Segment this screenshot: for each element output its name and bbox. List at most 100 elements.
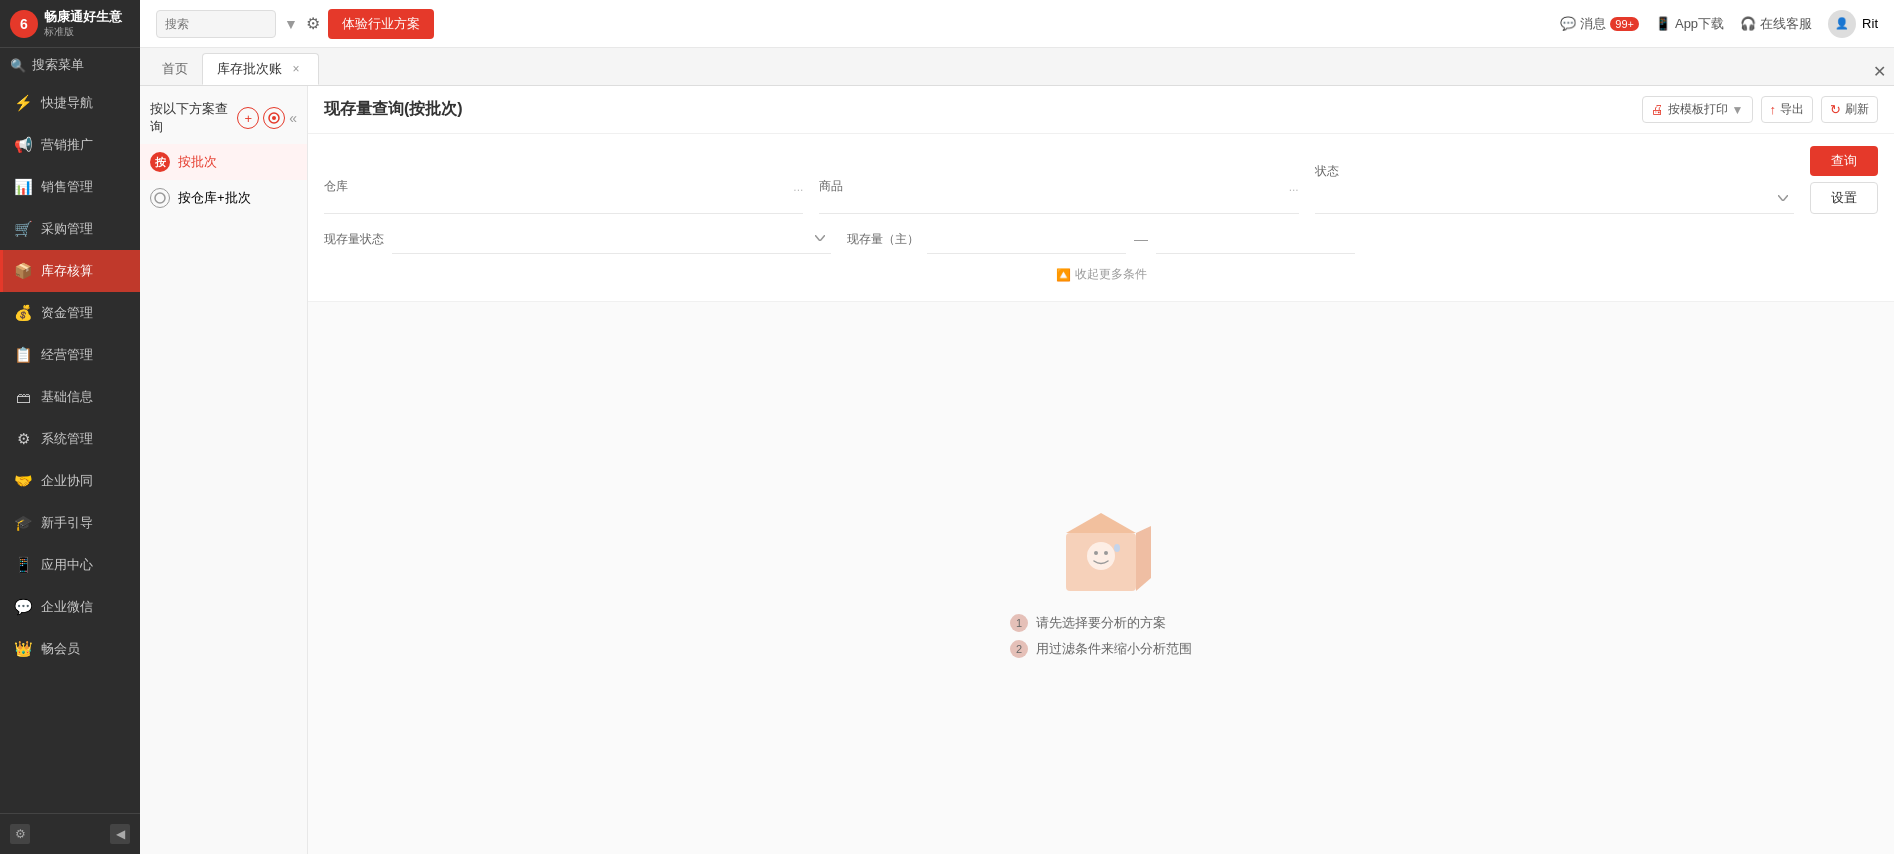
topbar-messages[interactable]: 💬 消息 99+ <box>1560 15 1639 33</box>
content-area: 按以下方案查询 + « 按 按批次 <box>140 86 1894 854</box>
avatar-icon: 👤 <box>1835 17 1849 30</box>
operations-icon: 📋 <box>13 346 33 364</box>
sidebar-settings-btn[interactable]: ⚙ <box>10 824 30 844</box>
topbar-left: ▼ ⚙ 体验行业方案 <box>156 9 1552 39</box>
topbar: ▼ ⚙ 体验行业方案 💬 消息 99+ 📱 App下载 🎧 在线客服 👤 <box>140 0 1894 48</box>
sidebar-item-label: 企业微信 <box>41 598 93 616</box>
sidebar-bottom: ⚙ ◀ <box>0 813 140 854</box>
export-label: 导出 <box>1780 101 1804 118</box>
collapse-conditions-btn[interactable]: 🔼 收起更多条件 <box>324 260 1878 289</box>
tabbar-global-close[interactable]: ✕ <box>1873 62 1886 85</box>
app-download-icon: 📱 <box>1655 16 1671 31</box>
warehouse-more-btn[interactable]: ... <box>793 180 803 194</box>
inventory-amount-max[interactable] <box>1156 224 1355 254</box>
product-label: 商品 <box>819 178 843 195</box>
sidebar-item-sales[interactable]: 📊 销售管理 <box>0 166 140 208</box>
topbar-right: 💬 消息 99+ 📱 App下载 🎧 在线客服 👤 Rit <box>1560 10 1878 38</box>
trial-button[interactable]: 体验行业方案 <box>328 9 434 39</box>
tab-home-label: 首页 <box>162 60 188 78</box>
inventory-amount-min[interactable] <box>927 224 1126 254</box>
sidebar-item-quick-nav[interactable]: ⚡ 快捷导航 <box>0 82 140 124</box>
quick-nav-icon: ⚡ <box>13 94 33 112</box>
left-panel-collapse-btn[interactable]: « <box>289 110 297 126</box>
left-panel-title: 按以下方案查询 <box>150 100 237 136</box>
refresh-btn[interactable]: ↻ 刷新 <box>1821 96 1878 123</box>
hint-text-1: 请先选择要分析的方案 <box>1036 614 1166 632</box>
empty-hints: 1 请先选择要分析的方案 2 用过滤条件来缩小分析范围 <box>1010 614 1192 658</box>
svg-marker-4 <box>1066 513 1136 533</box>
sidebar-item-finance[interactable]: 💰 资金管理 <box>0 292 140 334</box>
add-plan-btn[interactable]: + <box>237 107 259 129</box>
plan-item-by-batch[interactable]: 按 按批次 <box>140 144 307 180</box>
collapse-up-icon: 🔼 <box>1056 268 1071 282</box>
sidebar-item-enterprise[interactable]: 🤝 企业协同 <box>0 460 140 502</box>
empty-state: 1 请先选择要分析的方案 2 用过滤条件来缩小分析范围 <box>308 302 1894 854</box>
status-select[interactable] <box>1315 184 1794 214</box>
empty-hint-1: 1 请先选择要分析的方案 <box>1010 614 1192 632</box>
sidebar-item-marketing[interactable]: 📢 营销推广 <box>0 124 140 166</box>
sidebar-item-label: 采购管理 <box>41 220 93 238</box>
online-service-label: 在线客服 <box>1760 15 1812 33</box>
page-header: 现存量查询(按批次) 🖨 按模板打印 ▼ ↑ 导出 ↻ 刷新 <box>308 86 1894 134</box>
filter-settings-button[interactable]: 设置 <box>1810 182 1878 214</box>
tab-inventory-batch[interactable]: 库存批次账 × <box>202 53 319 85</box>
sidebar-item-label: 应用中心 <box>41 556 93 574</box>
svg-point-2 <box>155 193 165 203</box>
app-logo-icon: 6 <box>10 10 38 38</box>
right-panel: 现存量查询(按批次) 🖨 按模板打印 ▼ ↑ 导出 ↻ 刷新 <box>308 86 1894 854</box>
settings-plan-btn[interactable] <box>263 107 285 129</box>
sidebar-item-label: 新手引导 <box>41 514 93 532</box>
sidebar-item-label: 系统管理 <box>41 430 93 448</box>
sidebar-item-label: 经营管理 <box>41 346 93 364</box>
status-label: 状态 <box>1315 163 1339 180</box>
topbar-gear-icon[interactable]: ⚙ <box>306 14 320 33</box>
left-panel-actions: + « <box>237 107 297 129</box>
sidebar-item-wechat[interactable]: 💬 企业微信 <box>0 586 140 628</box>
sidebar-item-operations[interactable]: 📋 经营管理 <box>0 334 140 376</box>
hint-number-2: 2 <box>1010 640 1028 658</box>
query-button[interactable]: 查询 <box>1810 146 1878 176</box>
sidebar-item-basic[interactable]: 🗃 基础信息 <box>0 376 140 418</box>
inventory-status-select[interactable] <box>392 224 831 254</box>
svg-point-7 <box>1094 551 1098 555</box>
online-service-icon: 🎧 <box>1740 16 1756 31</box>
hint-number-1: 1 <box>1010 614 1028 632</box>
print-btn[interactable]: 🖨 按模板打印 ▼ <box>1642 96 1753 123</box>
sidebar-item-inventory[interactable]: 📦 库存核算 <box>0 250 140 292</box>
sidebar-item-label: 企业协同 <box>41 472 93 490</box>
plan-label-by-warehouse-batch: 按仓库+批次 <box>178 189 251 207</box>
tab-home[interactable]: 首页 <box>148 53 202 85</box>
user-avatar: 👤 <box>1828 10 1856 38</box>
svg-point-8 <box>1104 551 1108 555</box>
sidebar-item-member[interactable]: 👑 畅会员 <box>0 628 140 670</box>
topbar-chevron-icon[interactable]: ▼ <box>284 16 298 32</box>
plan-icon-warehouse-batch <box>150 188 170 208</box>
topbar-search-input[interactable] <box>156 10 276 38</box>
print-icon: 🖨 <box>1651 102 1664 117</box>
sidebar-item-purchase[interactable]: 🛒 采购管理 <box>0 208 140 250</box>
collapse-label: 收起更多条件 <box>1075 266 1147 283</box>
sidebar-search[interactable]: 🔍 搜索菜单 <box>0 48 140 82</box>
warehouse-input[interactable] <box>324 199 803 214</box>
export-btn[interactable]: ↑ 导出 <box>1761 96 1814 123</box>
inventory-status-label: 现存量状态 <box>324 231 384 248</box>
sidebar-item-guide[interactable]: 🎓 新手引导 <box>0 502 140 544</box>
filter-area: 仓库 ... 商品 ... <box>308 134 1894 302</box>
svg-point-6 <box>1087 542 1115 570</box>
sidebar-item-system[interactable]: ⚙ 系统管理 <box>0 418 140 460</box>
plan-item-by-warehouse-batch[interactable]: 按仓库+批次 <box>140 180 307 216</box>
product-more-btn[interactable]: ... <box>1289 180 1299 194</box>
enterprise-icon: 🤝 <box>13 472 33 490</box>
topbar-online-service[interactable]: 🎧 在线客服 <box>1740 15 1812 33</box>
product-input[interactable] <box>819 199 1298 214</box>
topbar-user[interactable]: 👤 Rit <box>1828 10 1878 38</box>
sidebar-collapse-btn[interactable]: ◀ <box>110 824 130 844</box>
refresh-label: 刷新 <box>1845 101 1869 118</box>
sidebar-item-label: 销售管理 <box>41 178 93 196</box>
sidebar-item-apps[interactable]: 📱 应用中心 <box>0 544 140 586</box>
tab-close-icon[interactable]: × <box>288 61 304 77</box>
guide-icon: 🎓 <box>13 514 33 532</box>
username-label: Rit <box>1862 16 1878 31</box>
amount-dash-icon: — <box>1134 231 1148 247</box>
topbar-app-download[interactable]: 📱 App下载 <box>1655 15 1724 33</box>
